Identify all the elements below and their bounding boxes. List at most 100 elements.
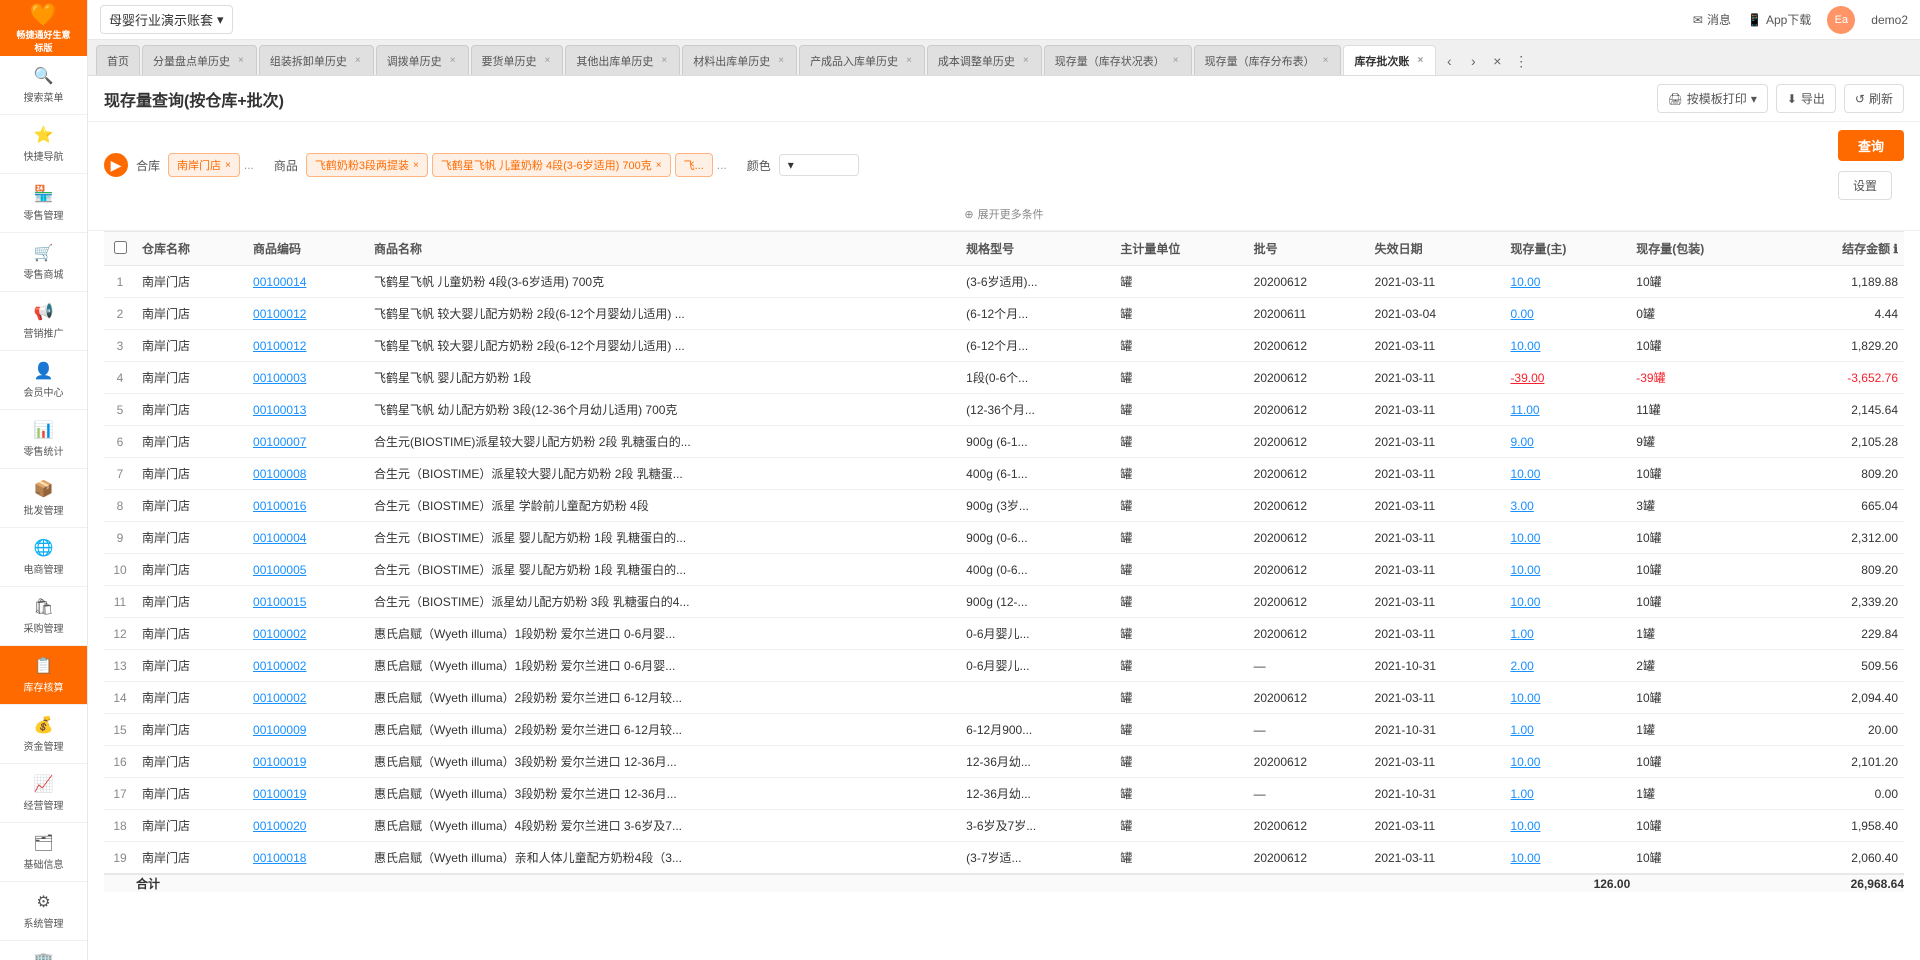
settings-btn[interactable]: 设置 <box>1838 171 1892 200</box>
cell-code[interactable]: 00100020 <box>247 810 368 842</box>
cell-code[interactable]: 00100019 <box>247 746 368 778</box>
cell-qty-main[interactable]: 10.00 <box>1504 522 1630 554</box>
cell-code[interactable]: 00100019 <box>247 778 368 810</box>
sidebar-item-base[interactable]: 🗂 基础信息 <box>0 823 87 882</box>
filter-expand-btn[interactable]: ▶ <box>104 153 128 177</box>
cell-qty-main[interactable]: 10.00 <box>1504 554 1630 586</box>
sidebar-item-shop[interactable]: 🛒 零售商城 <box>0 233 87 292</box>
sidebar-item-finance[interactable]: 💰 资金管理 <box>0 705 87 764</box>
tab-tiaopi-close[interactable]: × <box>448 54 458 67</box>
cell-qty-main[interactable]: 10.00 <box>1504 458 1630 490</box>
tab-next-btn[interactable]: › <box>1462 47 1484 75</box>
template-print-btn[interactable]: 🖨 按模板打印 ▾ <box>1657 84 1768 113</box>
tab-zuchai-close[interactable]: × <box>353 54 363 67</box>
tab-chanpin-close[interactable]: × <box>904 54 914 67</box>
tab-kucun[interactable]: 库存批次账 × <box>1343 45 1436 75</box>
cell-code[interactable]: 00100015 <box>247 586 368 618</box>
cell-code[interactable]: 00100002 <box>247 618 368 650</box>
sidebar-item-nav[interactable]: ⭐ 快捷导航 <box>0 115 87 174</box>
cell-code[interactable]: 00100014 <box>247 266 368 298</box>
cell-code[interactable]: 00100002 <box>247 682 368 714</box>
cell-code[interactable]: 00100013 <box>247 394 368 426</box>
tab-xianzai2[interactable]: 现存量（库存分布表） × <box>1194 45 1342 75</box>
product-tag-1-close[interactable]: × <box>413 160 419 171</box>
tab-chengben[interactable]: 成本调整单历史 × <box>927 45 1042 75</box>
sidebar-item-purchase[interactable]: 🛍 采购管理 <box>0 587 87 646</box>
product-tag-1[interactable]: 飞鹤奶粉3段两提装 × <box>306 153 428 177</box>
cell-qty-main[interactable]: 10.00 <box>1504 810 1630 842</box>
tab-kucun-close[interactable]: × <box>1415 54 1425 67</box>
tab-chengben-close[interactable]: × <box>1021 54 1031 67</box>
cell-code[interactable]: 00100012 <box>247 298 368 330</box>
cell-code[interactable]: 00100002 <box>247 650 368 682</box>
select-all-checkbox[interactable] <box>114 241 127 254</box>
sidebar-item-search[interactable]: 🔍 搜索菜单 <box>0 56 87 115</box>
tab-zuchai[interactable]: 组装拆卸单历史 × <box>259 45 374 75</box>
product-tag-2[interactable]: 飞鹤星飞帆 儿童奶粉 4段(3-6岁适用) 700克 × <box>432 153 671 177</box>
cell-qty-main[interactable]: 2.00 <box>1504 650 1630 682</box>
message-btn[interactable]: ✉ 消息 <box>1693 11 1731 28</box>
filter-expand-row[interactable]: ⊕ 展开更多条件 <box>104 206 1904 222</box>
user-avatar[interactable]: Ea <box>1827 6 1855 34</box>
cell-code[interactable]: 00100012 <box>247 330 368 362</box>
tab-prev-btn[interactable]: ‹ <box>1438 47 1460 75</box>
export-btn[interactable]: ⬇ 导出 <box>1776 84 1836 113</box>
query-btn[interactable]: 查询 <box>1838 130 1904 161</box>
product-tag-2-close[interactable]: × <box>656 160 662 171</box>
tab-qita-close[interactable]: × <box>659 54 669 67</box>
cell-qty-main[interactable]: 10.00 <box>1504 266 1630 298</box>
tab-xianzai2-close[interactable]: × <box>1321 54 1331 67</box>
tab-close-all-btn[interactable]: × <box>1486 47 1508 75</box>
cell-code[interactable]: 00100009 <box>247 714 368 746</box>
cell-qty-main[interactable]: 1.00 <box>1504 778 1630 810</box>
cell-qty-main[interactable]: 10.00 <box>1504 842 1630 875</box>
sidebar-item-operation[interactable]: 📈 经营管理 <box>0 764 87 823</box>
tab-tiaopi[interactable]: 调拨单历史 × <box>376 45 469 75</box>
tab-yaohuo-close[interactable]: × <box>543 54 553 67</box>
warehouse-more[interactable]: ... <box>244 158 254 172</box>
product-more[interactable]: ... <box>717 158 727 172</box>
tab-home[interactable]: 首页 <box>96 45 140 75</box>
cell-code[interactable]: 00100005 <box>247 554 368 586</box>
tab-cailiao-close[interactable]: × <box>776 54 786 67</box>
app-download-btn[interactable]: 📱 App下载 <box>1747 11 1811 28</box>
color-select[interactable]: ▾ <box>779 154 859 176</box>
cell-code[interactable]: 00100003 <box>247 362 368 394</box>
warehouse-tag-nanang[interactable]: 南岸门店 × <box>168 153 240 177</box>
cell-qty-main[interactable]: 1.00 <box>1504 714 1630 746</box>
tab-qita[interactable]: 其他出库单历史 × <box>565 45 680 75</box>
cell-qty-main[interactable]: 0.00 <box>1504 298 1630 330</box>
cell-qty-main[interactable]: -39.00 <box>1504 362 1630 394</box>
cell-code[interactable]: 00100007 <box>247 426 368 458</box>
tab-fenpan[interactable]: 分量盘点单历史 × <box>142 45 257 75</box>
product-tag-3[interactable]: 飞... <box>675 153 713 177</box>
tab-xianzai1-close[interactable]: × <box>1171 54 1181 67</box>
tab-yaohuo[interactable]: 要货单历史 × <box>471 45 564 75</box>
cell-qty-main[interactable]: 10.00 <box>1504 746 1630 778</box>
cell-qty-main[interactable]: 10.00 <box>1504 586 1630 618</box>
sidebar-item-member[interactable]: 👤 会员中心 <box>0 351 87 410</box>
sidebar-item-batch[interactable]: 📦 批发管理 <box>0 469 87 528</box>
col-checkbox[interactable] <box>104 232 136 266</box>
cell-code[interactable]: 00100004 <box>247 522 368 554</box>
tab-fenpan-close[interactable]: × <box>236 54 246 67</box>
cell-code[interactable]: 00100016 <box>247 490 368 522</box>
sidebar-item-inventory[interactable]: 📋 库存核算 <box>0 646 87 705</box>
tab-xianzai1[interactable]: 现存量（库存状况表） × <box>1044 45 1192 75</box>
cell-qty-main[interactable]: 10.00 <box>1504 682 1630 714</box>
cell-qty-main[interactable]: 3.00 <box>1504 490 1630 522</box>
sidebar-item-system[interactable]: ⚙ 系统管理 <box>0 882 87 941</box>
tab-cailiao[interactable]: 材料出库单历史 × <box>682 45 797 75</box>
cell-qty-main[interactable]: 10.00 <box>1504 330 1630 362</box>
cell-qty-main[interactable]: 1.00 <box>1504 618 1630 650</box>
tab-menu-btn[interactable]: ⋮ <box>1510 47 1532 75</box>
sidebar-item-stats[interactable]: 📊 零售统计 <box>0 410 87 469</box>
org-selector[interactable]: 母婴行业演示账套 ▾ <box>100 5 233 34</box>
tab-chanpin[interactable]: 产成品入库单历史 × <box>799 45 925 75</box>
cell-code[interactable]: 00100008 <box>247 458 368 490</box>
refresh-btn[interactable]: ↺ 刷新 <box>1844 84 1904 113</box>
sidebar-item-retail[interactable]: 🏪 零售管理 <box>0 174 87 233</box>
cell-qty-main[interactable]: 11.00 <box>1504 394 1630 426</box>
cell-qty-main[interactable]: 9.00 <box>1504 426 1630 458</box>
sidebar-item-ecommerce[interactable]: 🌐 电商管理 <box>0 528 87 587</box>
